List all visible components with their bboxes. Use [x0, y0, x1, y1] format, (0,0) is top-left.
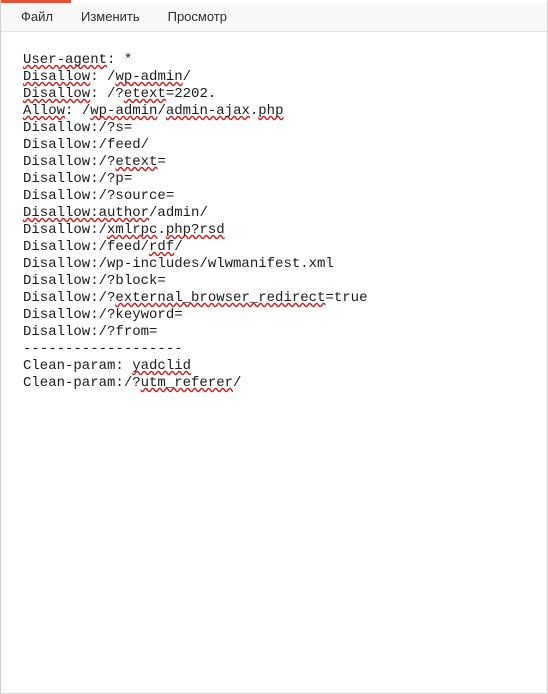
text-segment[interactable]: / [233, 375, 241, 391]
text-segment[interactable]: Disallow:/?source= [23, 188, 174, 204]
spellcheck-marked-text[interactable]: User-agent [23, 52, 107, 68]
text-segment[interactable]: Disallow:/ [23, 222, 107, 238]
editor-line[interactable]: Clean-param:/?utm_referer/ [23, 375, 529, 392]
editor-line[interactable]: Disallow:/?p= [23, 171, 529, 188]
text-segment[interactable]: ------------------- [23, 341, 183, 357]
editor-line[interactable]: Disallow: /wp-admin/ [23, 69, 529, 86]
editor-line[interactable]: Disallow:/feed/rdf/ [23, 239, 529, 256]
editor-line[interactable]: Disallow:/xmlrpc.php?rsd [23, 222, 529, 239]
spellcheck-marked-text[interactable]: Allow [23, 103, 65, 119]
editor-line[interactable]: Disallow:author/admin/ [23, 205, 529, 222]
editor-line[interactable]: Disallow:/?s= [23, 120, 529, 137]
menu-view[interactable]: Просмотр [154, 3, 241, 31]
text-segment[interactable]: Disallow:/feed/ [23, 137, 149, 153]
spellcheck-marked-text[interactable]: xmlrpc [107, 222, 157, 238]
spellcheck-marked-text[interactable]: yadclid [132, 358, 191, 374]
editor-line[interactable]: Disallow: /?etext=2202. [23, 86, 529, 103]
text-segment[interactable]: / [183, 69, 191, 85]
spellcheck-marked-text[interactable]: php?rsd [166, 222, 225, 238]
text-segment[interactable]: : / [90, 69, 115, 85]
text-segment[interactable]: Disallow:/feed/ [23, 239, 149, 255]
spellcheck-marked-text[interactable]: Disallow [23, 86, 90, 102]
editor-line[interactable]: Disallow:/?external_browser_redirect=tru… [23, 290, 529, 307]
text-segment[interactable]: : / [65, 103, 90, 119]
editor-line[interactable]: Disallow:/feed/ [23, 137, 529, 154]
spellcheck-marked-text[interactable]: admin-ajax [166, 103, 250, 119]
text-segment[interactable]: Disallow:/? [23, 290, 115, 306]
text-segment[interactable]: / [174, 239, 182, 255]
spellcheck-marked-text[interactable]: Disallow [23, 69, 90, 85]
text-segment[interactable]: Disallow:/?keyword= [23, 307, 183, 323]
editor-line[interactable]: Disallow:/?keyword= [23, 307, 529, 324]
text-segment[interactable]: Disallow:/? [23, 154, 115, 170]
editor-line[interactable]: Disallow:/?block= [23, 273, 529, 290]
text-segment[interactable]: / [157, 103, 165, 119]
editor-line[interactable]: Clean-param: yadclid [23, 358, 529, 375]
text-segment[interactable]: =true [325, 290, 367, 306]
spellcheck-marked-text[interactable]: etext [124, 86, 166, 102]
spellcheck-marked-text[interactable]: external_browser_redirect [115, 290, 325, 306]
spellcheck-marked-text[interactable]: wp-admin [90, 103, 157, 119]
text-segment[interactable]: Disallow:/wp-includes/wlwmanifest.xml [23, 256, 334, 272]
text-segment[interactable]: Clean-param:/? [23, 375, 141, 391]
menu-edit[interactable]: Изменить [67, 3, 154, 31]
editor-line[interactable]: Disallow:/?source= [23, 188, 529, 205]
text-segment[interactable]: = [157, 154, 165, 170]
text-segment[interactable]: Disallow:/?s= [23, 120, 132, 136]
text-segment[interactable]: =2202. [166, 86, 216, 102]
text-segment[interactable]: . [157, 222, 165, 238]
editor-line[interactable]: User-agent: * [23, 52, 529, 69]
spellcheck-marked-text[interactable]: etext [115, 154, 157, 170]
menubar: Файл Изменить Просмотр [1, 3, 547, 32]
menu-file[interactable]: Файл [7, 3, 67, 31]
editor-scroll-area[interactable]: User-agent: *Disallow: /wp-admin/Disallo… [1, 32, 547, 693]
editor-line[interactable]: ------------------- [23, 341, 529, 358]
text-segment[interactable]: Disallow:/?block= [23, 273, 166, 289]
editor-line[interactable]: Disallow:/wp-includes/wlwmanifest.xml [23, 256, 529, 273]
app-window: Файл Изменить Просмотр User-agent: *Disa… [0, 0, 548, 694]
text-segment[interactable]: /admin/ [149, 205, 208, 221]
text-segment[interactable]: : * [107, 52, 132, 68]
editor-line[interactable]: Disallow:/?from= [23, 324, 529, 341]
text-segment[interactable]: Disallow:/?from= [23, 324, 157, 340]
text-segment[interactable]: : /? [90, 86, 124, 102]
spellcheck-marked-text[interactable]: php [258, 103, 283, 119]
spellcheck-marked-text[interactable]: Disallow:author [23, 205, 149, 221]
text-segment[interactable]: Disallow:/?p= [23, 171, 132, 187]
editor-line[interactable]: Allow: /wp-admin/admin-ajax.php [23, 103, 529, 120]
spellcheck-marked-text[interactable]: wp-admin [115, 69, 182, 85]
spellcheck-marked-text[interactable]: rdf [149, 239, 174, 255]
editor-line[interactable]: Disallow:/?etext= [23, 154, 529, 171]
text-editor-content[interactable]: User-agent: *Disallow: /wp-admin/Disallo… [1, 32, 547, 402]
spellcheck-marked-text[interactable]: utm_referer [141, 375, 233, 391]
text-segment[interactable]: Clean-param: [23, 358, 132, 374]
